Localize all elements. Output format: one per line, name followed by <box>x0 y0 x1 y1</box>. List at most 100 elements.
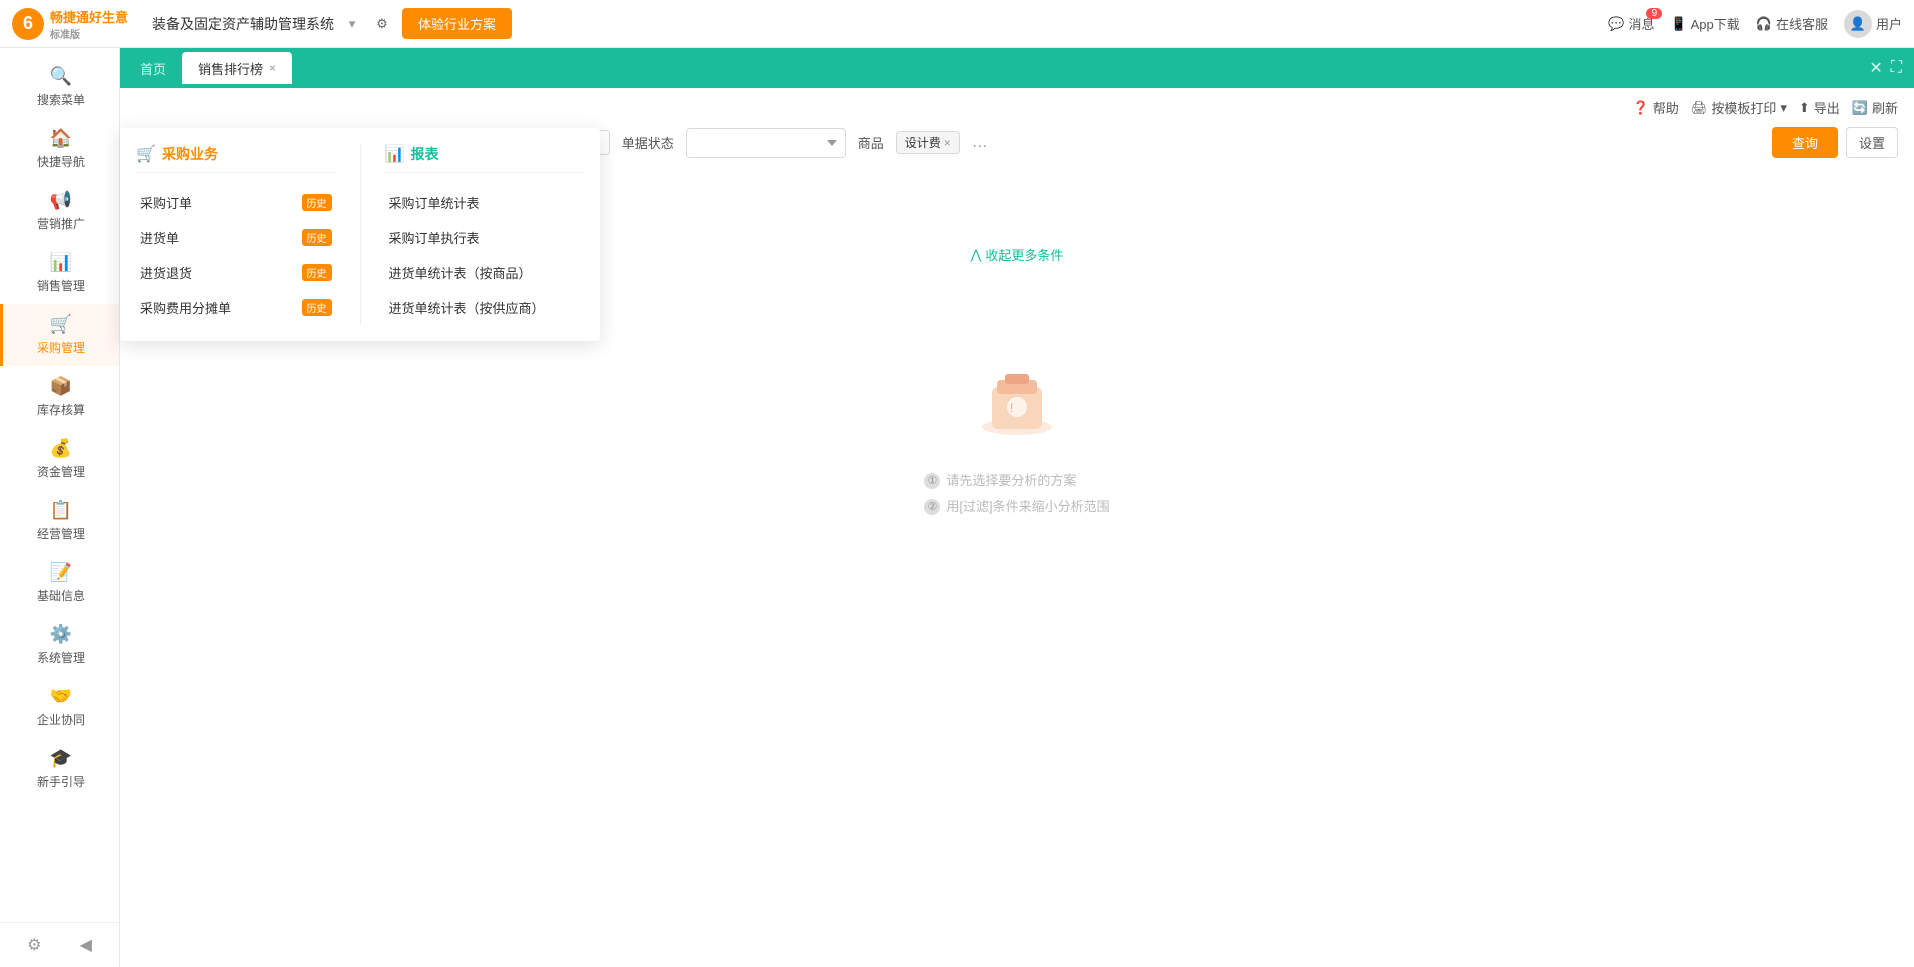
collapse-label: 收起更多条件 <box>985 245 1063 264</box>
menu-item-purchase-order-stat[interactable]: 采购订单统计表 <box>385 185 585 220</box>
sidebar-item-system[interactable]: ⚙️ 系统管理 <box>0 614 119 676</box>
help-btn[interactable]: ❓ 帮助 <box>1633 98 1679 117</box>
purchase-return-badge: 历史 <box>302 264 332 281</box>
app-download-btn[interactable]: 📱 App下载 <box>1670 14 1739 33</box>
online-service-btn[interactable]: 🎧 在线客服 <box>1756 14 1828 33</box>
menu-item-purchase-expense[interactable]: 采购费用分摊单 历史 <box>136 290 336 325</box>
collapse-icon: ⋀ <box>971 247 982 263</box>
goods-tag-close-icon[interactable]: × <box>944 136 951 150</box>
status-label: 单据状态 <box>622 133 674 152</box>
export-icon: ⬆ <box>1799 100 1810 116</box>
menu-item-purchase-order-exec[interactable]: 采购订单执行表 <box>385 220 585 255</box>
menu-item-purchase-receipt[interactable]: 进货单 历史 <box>136 220 336 255</box>
sidebar-item-guide[interactable]: 🎓 新手引导 <box>0 738 119 800</box>
tab-sales-rank-label: 销售排行榜 <box>198 59 263 78</box>
tab-close-icon[interactable]: × <box>269 61 276 75</box>
query-btn[interactable]: 查询 <box>1772 127 1838 158</box>
print-dropdown-icon: ▾ <box>1780 100 1787 116</box>
print-btn[interactable]: 🖨 按模板打印 ▾ <box>1691 98 1787 117</box>
tab-sales-rank[interactable]: 销售排行榜 × <box>182 52 292 84</box>
goods-tag-text: 设计费 <box>905 134 941 151</box>
purchase-dropdown-menu: 🛒 采购业务 采购订单 历史 进货单 历史 进货退货 历史 <box>120 128 600 341</box>
tab-close-page-icon[interactable]: ✕ <box>1869 58 1882 78</box>
sidebar-collapse-btn[interactable]: ◀ <box>80 935 92 955</box>
sidebar-label-marketing: 营销推广 <box>37 215 85 232</box>
purchase-receipt-badge: 历史 <box>302 229 332 246</box>
logo-area: 6 畅捷通好生意 标准版 <box>12 7 132 41</box>
purchase-menu-section: 🛒 采购业务 采购订单 历史 进货单 历史 进货退货 历史 <box>136 144 336 325</box>
tab-home[interactable]: 首页 <box>124 52 182 84</box>
sidebar-settings-btn[interactable]: ⚙ <box>27 935 41 955</box>
top-header: 6 畅捷通好生意 标准版 装备及固定资产辅助管理系统 ▾ ⚙ 体验行业方案 💬 … <box>0 0 1914 48</box>
marketing-icon: 📢 <box>50 190 72 211</box>
menu-item-purchase-return[interactable]: 进货退货 历史 <box>136 255 336 290</box>
empty-tip-1: ① 请先选择要分析的方案 <box>924 468 1109 494</box>
menu-item-purchase-order[interactable]: 采购订单 历史 <box>136 185 336 220</box>
sidebar-item-operations[interactable]: 📋 经营管理 <box>0 490 119 552</box>
menu-item-receipt-stat-supplier[interactable]: 进货单统计表（按供应商） <box>385 290 585 325</box>
sidebar-item-sales[interactable]: 📊 销售管理 <box>0 242 119 304</box>
export-label: 导出 <box>1814 98 1840 117</box>
sidebar-item-marketing[interactable]: 📢 营销推广 <box>0 180 119 242</box>
empty-tips: ① 请先选择要分析的方案 ② 用[过滤]条件来缩小分析范围 <box>924 468 1109 520</box>
status-select[interactable] <box>686 128 846 158</box>
goods-more-btn[interactable]: … <box>972 134 988 152</box>
sidebar-item-enterprise[interactable]: 🤝 企业协同 <box>0 676 119 738</box>
sidebar-item-purchase[interactable]: 🛒 采购管理 <box>0 304 119 366</box>
logo-text: 畅捷通好生意 标准版 <box>50 7 128 41</box>
sidebar-label-enterprise: 企业协同 <box>37 711 85 728</box>
logo-sub-text: 标准版 <box>50 26 128 41</box>
export-btn[interactable]: ⬆ 导出 <box>1799 98 1840 117</box>
tab-home-label: 首页 <box>140 59 166 78</box>
menu-divider <box>360 144 361 325</box>
user-btn[interactable]: 👤 用户 <box>1844 10 1902 38</box>
page-content: 🛒 采购业务 采购订单 历史 进货单 历史 进货退货 历史 <box>120 88 1914 967</box>
refresh-icon: 🔄 <box>1852 100 1868 116</box>
sidebar-item-inventory[interactable]: 📦 库存核算 <box>0 366 119 428</box>
sidebar-item-search[interactable]: 🔍 搜索菜单 <box>0 56 119 118</box>
system-icon: ⚙️ <box>50 624 72 645</box>
tip-num-1: ① <box>924 473 940 489</box>
print-icon: 🖨 <box>1691 100 1708 116</box>
refresh-btn[interactable]: 🔄 刷新 <box>1852 98 1898 117</box>
message-btn[interactable]: 💬 消息 9 <box>1608 14 1654 33</box>
dropdown-arrow-icon[interactable]: ▾ <box>342 14 362 34</box>
guide-icon: 🎓 <box>50 748 72 769</box>
avatar: 👤 <box>1844 10 1872 38</box>
tab-bar: 首页 销售排行榜 × ✕ ⛶ <box>120 48 1914 88</box>
online-service-label: 在线客服 <box>1776 14 1828 33</box>
report-section-icon: 📊 <box>385 144 405 164</box>
sidebar-label-guide: 新手引导 <box>37 773 85 790</box>
empty-tip-2: ② 用[过滤]条件来缩小分析范围 <box>924 494 1109 520</box>
settings-icon[interactable]: ⚙ <box>370 12 394 36</box>
sidebar-label-basic: 基础信息 <box>37 587 85 604</box>
tab-fullscreen-icon[interactable]: ⛶ <box>1891 59 1902 77</box>
menu-item-receipt-stat-goods[interactable]: 进货单统计表（按商品） <box>385 255 585 290</box>
industry-btn[interactable]: 体验行业方案 <box>402 8 512 39</box>
sidebar-label-operations: 经营管理 <box>37 525 85 542</box>
settings-btn[interactable]: 设置 <box>1846 127 1898 158</box>
search-icon: 🔍 <box>50 66 72 87</box>
sidebar-item-finance[interactable]: 💰 资金管理 <box>0 428 119 490</box>
sidebar-label-finance: 资金管理 <box>37 463 85 480</box>
sidebar: 🔍 搜索菜单 🏠 快捷导航 📢 营销推广 📊 销售管理 🛒 采购管理 📦 库存核… <box>0 48 120 967</box>
goods-label: 商品 <box>858 133 884 152</box>
refresh-label: 刷新 <box>1872 98 1898 117</box>
basic-icon: 📝 <box>50 562 72 583</box>
purchase-section-label: 采购业务 <box>162 144 218 164</box>
menu-item-purchase-receipt-label: 进货单 <box>140 228 179 247</box>
tip-text-2: 用[过滤]条件来缩小分析范围 <box>946 494 1109 520</box>
sidebar-item-basic[interactable]: 📝 基础信息 <box>0 552 119 614</box>
logo-icon: 6 <box>12 8 44 40</box>
sidebar-item-quick-nav[interactable]: 🏠 快捷导航 <box>0 118 119 180</box>
sidebar-label-quick-nav: 快捷导航 <box>37 153 85 170</box>
inventory-icon: 📦 <box>50 376 72 397</box>
report-section-title: 📊 报表 <box>385 144 585 173</box>
purchase-section-icon: 🛒 <box>136 144 156 164</box>
sidebar-bottom: ⚙ ◀ <box>0 922 119 967</box>
svg-text:!: ! <box>1010 401 1013 415</box>
app-download-label: App下载 <box>1691 14 1740 33</box>
enterprise-icon: 🤝 <box>50 686 72 707</box>
purchase-icon: 🛒 <box>50 314 72 335</box>
help-icon: ❓ <box>1633 100 1649 116</box>
